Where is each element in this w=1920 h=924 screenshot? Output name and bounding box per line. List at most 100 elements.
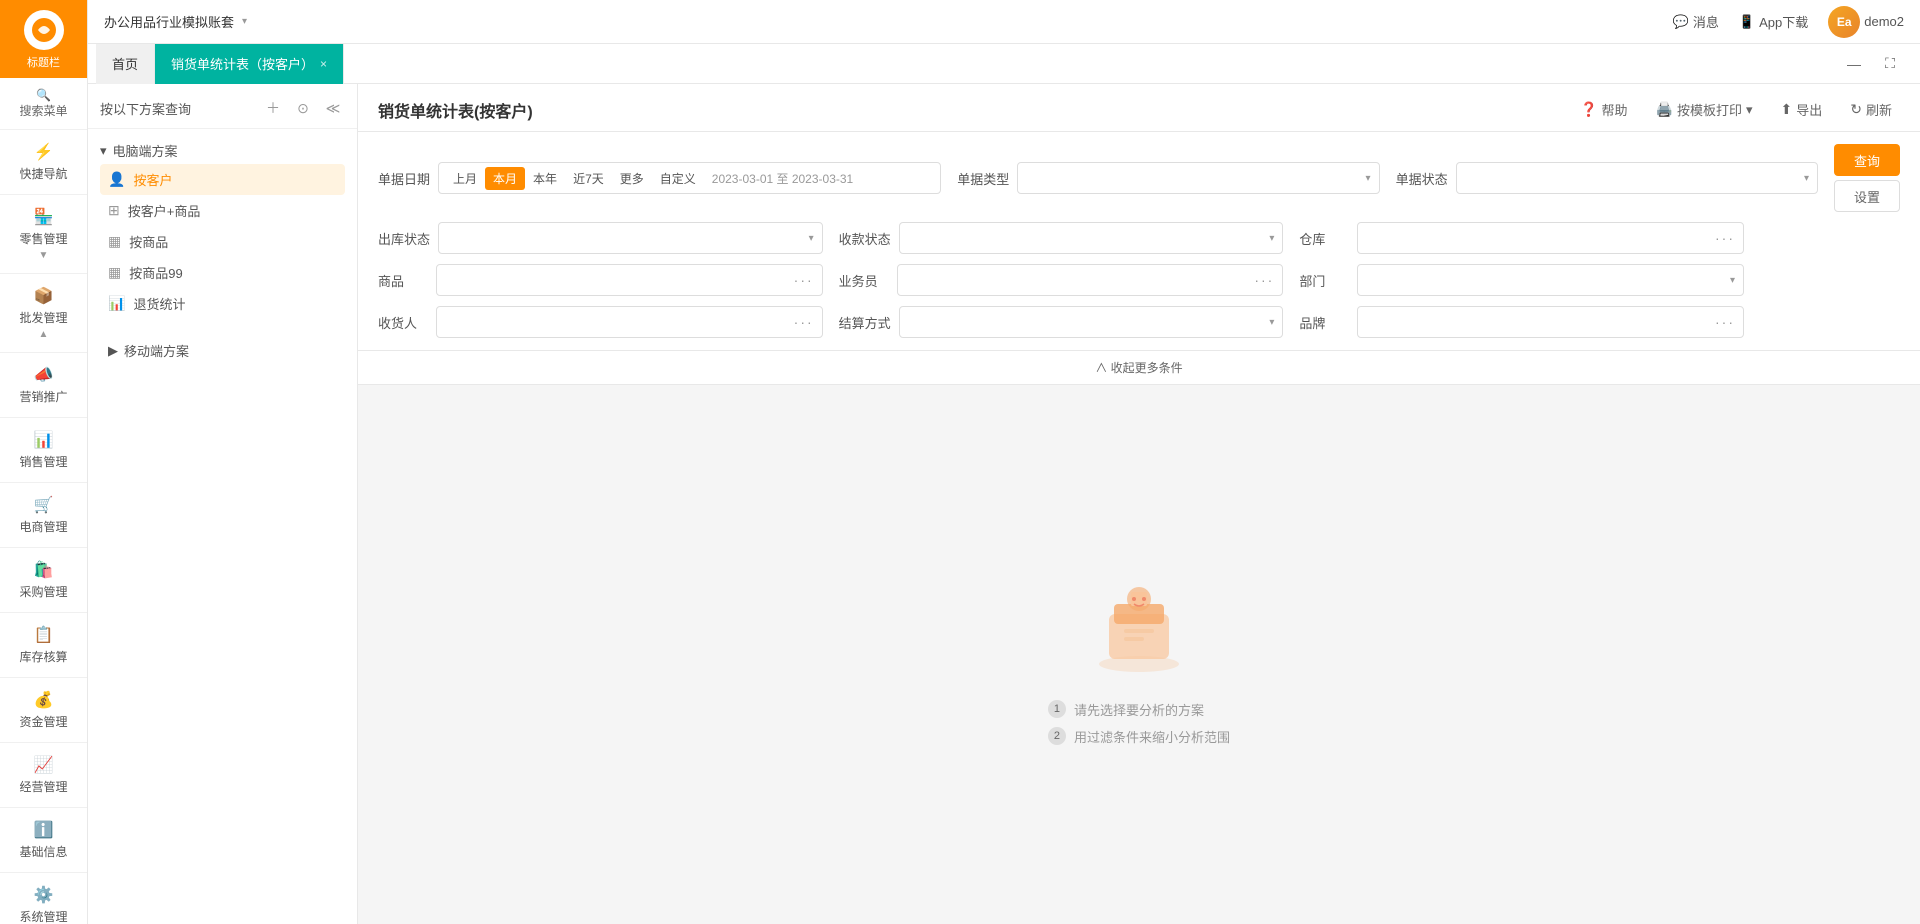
sidebar-item-purchase[interactable]: 🛍️ 采购管理 xyxy=(0,548,87,613)
filter-mobile-title[interactable]: ▶ 移动端方案 xyxy=(100,335,345,366)
sidebar-item-system[interactable]: ⚙️ 系统管理 xyxy=(0,873,87,924)
sidebar-item-ecommerce[interactable]: 🛒 电商管理 xyxy=(0,483,87,548)
dept-select[interactable]: ▾ xyxy=(1357,264,1744,296)
date-tab-7days[interactable]: 近7天 xyxy=(565,167,612,190)
sidebar-item-wholesale[interactable]: 📦 批发管理 ▲ xyxy=(0,274,87,353)
sidebar-item-sales[interactable]: 📊 销售管理 xyxy=(0,418,87,483)
help-btn[interactable]: ❓ 帮助 xyxy=(1572,96,1635,123)
desktop-arrow-icon: ▾ xyxy=(100,143,107,159)
filter-desktop-title[interactable]: ▾ 电脑端方案 xyxy=(100,137,345,164)
sidebar-search[interactable]: 🔍 搜索菜单 xyxy=(0,78,87,130)
query-button[interactable]: 查询 xyxy=(1834,144,1900,176)
query-row-3: 商品 ··· 业务员 ··· 部门 ▾ xyxy=(378,264,1900,296)
goods-icon: ▦ xyxy=(108,233,121,250)
date-tab-custom[interactable]: 自定义 xyxy=(652,167,704,190)
header-right: 💬 消息 📱 App下载 Ea demo2 xyxy=(1673,6,1904,38)
main-area: 办公用品行业模拟账套 ▾ 💬 消息 📱 App下载 Ea demo2 首页 xyxy=(88,0,1920,924)
salesman-field: 业务员 ··· xyxy=(839,264,1284,296)
query-row-1: 单据日期 上月 本月 本年 近7天 更多 自定义 2023-03-01 至 20… xyxy=(378,144,1900,212)
quick-nav-icon: ⚡ xyxy=(34,142,54,162)
tip-num-2: 2 xyxy=(1048,727,1066,745)
salesman-select[interactable]: ··· xyxy=(897,264,1284,296)
active-tab-label: 销货单统计表（按客户） xyxy=(171,54,314,73)
filter-item-by-goods99[interactable]: ▦ 按商品99 xyxy=(100,257,345,288)
export-icon: ⬆ xyxy=(1781,101,1793,118)
salesman-label: 业务员 xyxy=(839,271,889,290)
export-btn[interactable]: ⬆ 导出 xyxy=(1773,96,1831,123)
tip-num-1: 1 xyxy=(1048,700,1066,718)
expand-icon: ⛶ xyxy=(1885,55,1895,72)
goods-select[interactable]: ··· xyxy=(436,264,823,296)
tab-sales-stat[interactable]: 销货单统计表（按客户） × xyxy=(155,44,344,84)
app-download-label: App下载 xyxy=(1759,12,1808,31)
tab-expand-btn[interactable]: ⛶ xyxy=(1876,50,1904,78)
header-left: 办公用品行业模拟账套 ▾ xyxy=(104,12,247,31)
tab-right-icons: — ⛶ xyxy=(1840,50,1912,78)
template-print-label: 按模板打印 xyxy=(1677,100,1742,119)
goods99-icon: ▦ xyxy=(108,264,121,281)
doc-type-label: 单据类型 xyxy=(957,169,1009,188)
page-title: 销货单统计表(按客户) xyxy=(378,98,533,122)
sidebar-item-inventory[interactable]: 📋 库存核算 xyxy=(0,613,87,678)
user-profile[interactable]: Ea demo2 xyxy=(1828,6,1904,38)
receiver-select[interactable]: ··· xyxy=(436,306,823,338)
settlement-select[interactable]: ▾ xyxy=(899,306,1284,338)
query-row-2: 出库状态 ▾ 收款状态 ▾ 仓库 ··· xyxy=(378,222,1900,254)
tab-close-icon[interactable]: × xyxy=(320,57,327,71)
marketing-label: 营销推广 xyxy=(19,388,67,405)
settings-button[interactable]: 设置 xyxy=(1834,180,1900,212)
content-area: 按以下方案查询 ＋ ⊙ ≪ ▾ 电脑端方案 👤 按客户 ⊞ xyxy=(88,84,1920,924)
add-filter-btn[interactable]: ＋ xyxy=(261,96,285,120)
avatar: Ea xyxy=(1828,6,1860,38)
dept-arrow-icon: ▾ xyxy=(1730,275,1735,286)
date-tab-this-year[interactable]: 本年 xyxy=(525,167,565,190)
date-tab-more[interactable]: 更多 xyxy=(612,167,652,190)
message-btn[interactable]: 💬 消息 xyxy=(1673,12,1719,31)
filter-item-label-2: 按商品 xyxy=(129,232,168,251)
receipt-status-field: 收款状态 ▾ xyxy=(839,222,1284,254)
sidebar-item-quick-nav[interactable]: ⚡ 快捷导航 xyxy=(0,130,87,195)
tab-minimize-btn[interactable]: — xyxy=(1840,50,1868,78)
dept-field: 部门 ▾ xyxy=(1299,264,1744,296)
header-dropdown-icon[interactable]: ▾ xyxy=(242,16,247,27)
filter-panel: 按以下方案查询 ＋ ⊙ ≪ ▾ 电脑端方案 👤 按客户 ⊞ xyxy=(88,84,358,924)
filter-item-return-stat[interactable]: 📊 退货统计 xyxy=(100,288,345,319)
refresh-btn[interactable]: ↻ 刷新 xyxy=(1842,96,1900,123)
tab-home[interactable]: 首页 xyxy=(96,44,155,84)
out-status-select[interactable]: ▾ xyxy=(438,222,823,254)
collapse-bar[interactable]: ∧ 收起更多条件 xyxy=(358,351,1920,385)
filter-item-by-customer[interactable]: 👤 按客户 xyxy=(100,164,345,195)
app-download-btn[interactable]: 📱 App下载 xyxy=(1739,12,1808,31)
operation-icon: 📈 xyxy=(34,755,54,775)
doc-status-select[interactable]: ▾ xyxy=(1456,162,1818,194)
sidebar-item-finance[interactable]: 💰 资金管理 xyxy=(0,678,87,743)
brand-select[interactable]: ··· xyxy=(1357,306,1744,338)
ecommerce-icon: 🛒 xyxy=(34,495,54,515)
filter-item-customer-goods[interactable]: ⊞ 按客户+商品 xyxy=(100,195,345,226)
doc-type-select[interactable]: ▾ xyxy=(1017,162,1379,194)
settings-filter-btn[interactable]: ⊙ xyxy=(291,96,315,120)
message-icon: 💬 xyxy=(1673,14,1689,30)
system-label: 系统管理 xyxy=(19,908,67,924)
empty-state: 1 请先选择要分析的方案 2 用过滤条件来缩小分析范围 xyxy=(358,385,1920,924)
sidebar-item-basic-info[interactable]: ℹ️ 基础信息 xyxy=(0,808,87,873)
out-status-label: 出库状态 xyxy=(378,229,430,248)
warehouse-select[interactable]: ··· xyxy=(1357,222,1744,254)
sidebar-item-retail[interactable]: 🏪 零售管理 ▼ xyxy=(0,195,87,274)
brand-label: 品牌 xyxy=(1299,313,1349,332)
receipt-status-select[interactable]: ▾ xyxy=(899,222,1284,254)
avatar-text: Ea xyxy=(1837,15,1852,29)
sidebar-item-operation[interactable]: 📈 经营管理 xyxy=(0,743,87,808)
filter-item-label-4: 退货统计 xyxy=(133,294,185,313)
sales-icon: 📊 xyxy=(34,430,54,450)
dept-label: 部门 xyxy=(1299,271,1349,290)
date-tab-last-month[interactable]: 上月 xyxy=(445,167,485,190)
basic-info-label: 基础信息 xyxy=(19,843,67,860)
date-tab-this-month[interactable]: 本月 xyxy=(485,167,525,190)
filter-desktop-group: ▾ 电脑端方案 👤 按客户 ⊞ 按客户+商品 ▦ 按商品 ▦ 按商品99 xyxy=(88,129,357,327)
sidebar-item-marketing[interactable]: 📣 营销推广 xyxy=(0,353,87,418)
quick-nav-label: 快捷导航 xyxy=(19,165,67,182)
filter-item-by-goods[interactable]: ▦ 按商品 xyxy=(100,226,345,257)
collapse-filter-btn[interactable]: ≪ xyxy=(321,96,345,120)
template-print-btn[interactable]: 🖨️ 按模板打印 ▾ xyxy=(1648,96,1761,123)
